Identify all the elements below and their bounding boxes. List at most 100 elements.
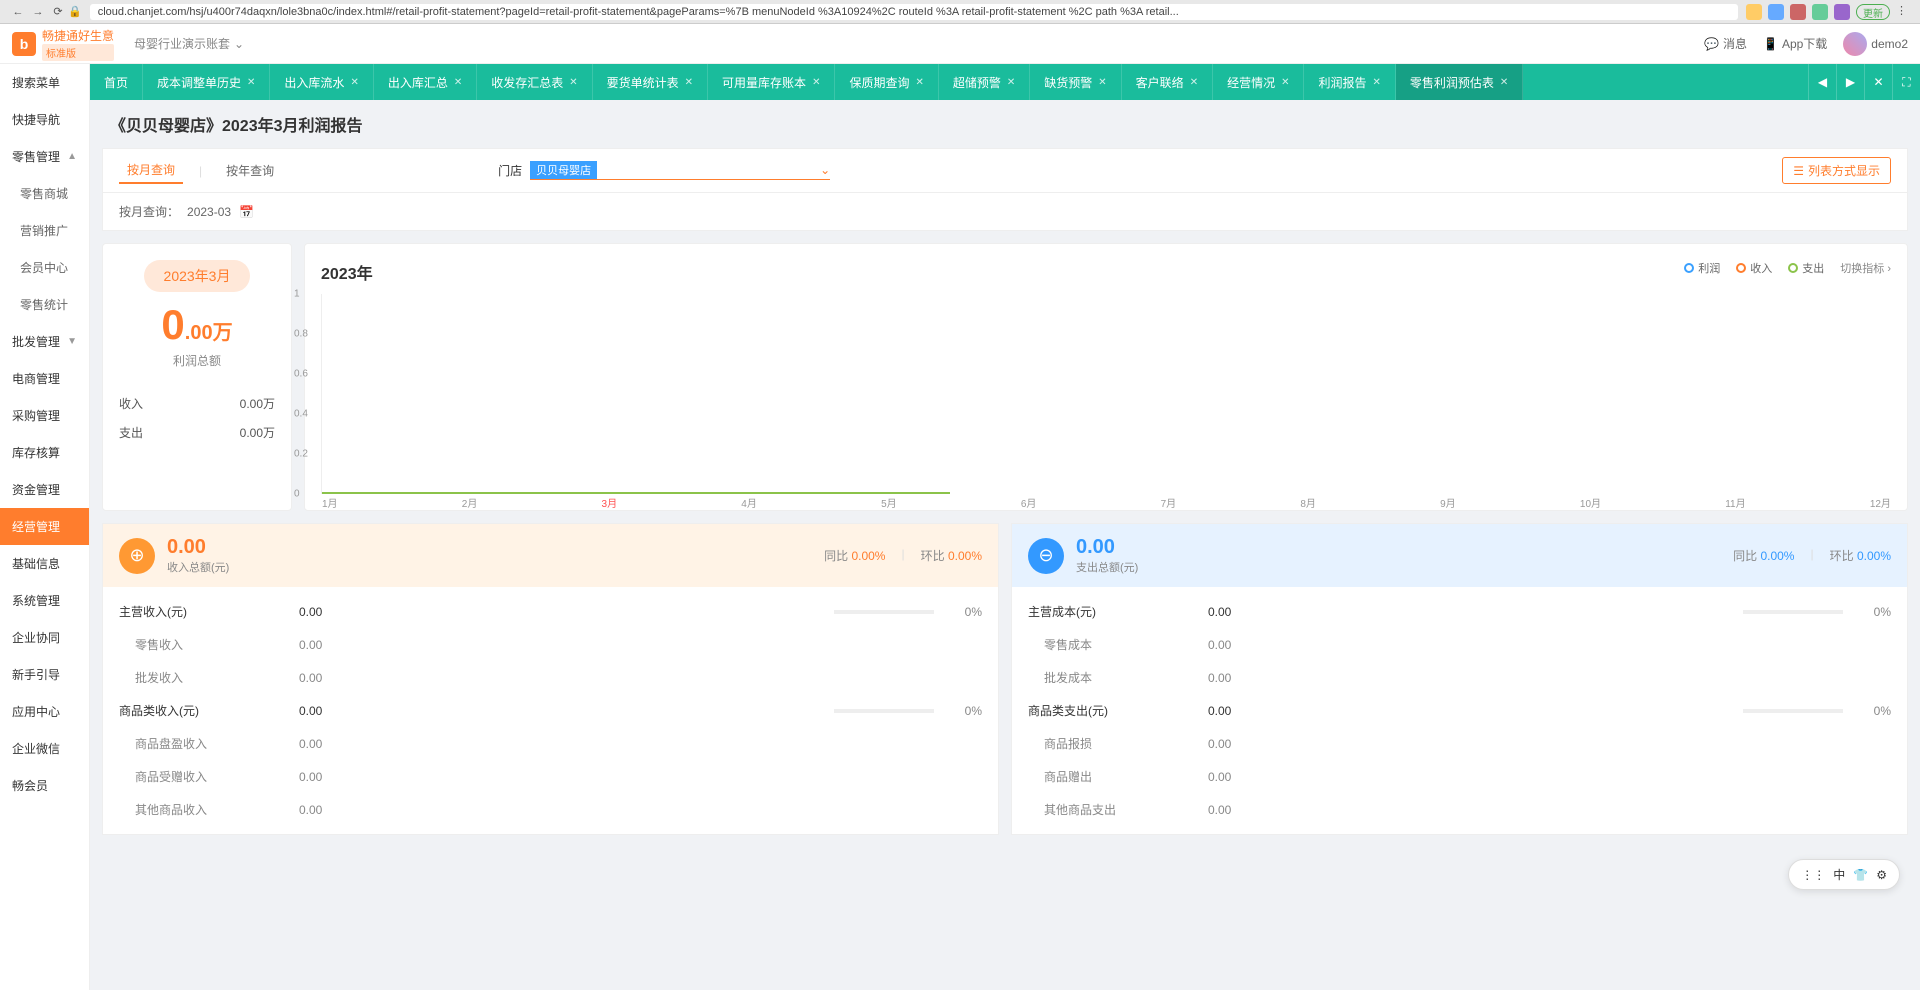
calendar-icon[interactable]: 📅 [239,205,254,219]
y-tick: 0.8 [294,329,308,340]
tab-8[interactable]: 超储预警✕ [939,64,1030,100]
account-set-selector[interactable]: 母婴行业演示账套 ⌄ [134,35,244,52]
tab-4[interactable]: 收发存汇总表✕ [477,64,592,100]
sidebar-item-7[interactable]: 批发管理▼ [0,323,89,360]
tab-9[interactable]: 缺货预警✕ [1030,64,1121,100]
brand-logo[interactable]: b 畅捷通好生意 标准版 [12,27,114,61]
sidebar-item-10[interactable]: 库存核算 [0,434,89,471]
ime-grip-icon: ⋮⋮ [1801,868,1825,882]
messages-button[interactable]: 💬消息 [1704,35,1747,52]
ime-shirt-icon[interactable]: 👕 [1853,868,1868,882]
ime-floating-bar[interactable]: ⋮⋮ 中 👕 ⚙ [1788,859,1900,890]
update-button[interactable]: 更新 [1856,4,1890,20]
lock-icon: 🔒 [68,5,82,18]
list-mode-button[interactable]: ☰ 列表方式显示 [1782,157,1891,184]
sidebar-item-8[interactable]: 电商管理 [0,360,89,397]
tab-13[interactable]: 零售利润预估表✕ [1396,64,1523,100]
tab-close-icon[interactable]: ✕ [685,77,693,88]
browser-menu[interactable]: ⋮ [1896,4,1912,20]
tabs-fullscreen[interactable]: ⛶ [1892,64,1920,100]
sidebar-item-13[interactable]: 基础信息 [0,545,89,582]
data-row: 零售收入0.00 [119,628,982,661]
ime-lang[interactable]: 中 [1833,866,1845,883]
store-value: 贝贝母婴店 [530,161,597,179]
x-tick: 9月 [1440,495,1456,510]
sidebar-item-15[interactable]: 企业协同 [0,619,89,656]
tab-close-icon[interactable]: ✕ [915,77,923,88]
tab-0[interactable]: 首页 [90,64,143,100]
data-row: 商品赠出0.00 [1028,760,1891,793]
sidebar-item-16[interactable]: 新手引导 [0,656,89,693]
sidebar-item-12[interactable]: 经营管理 [0,508,89,545]
y-tick: 0.4 [294,409,308,420]
sidebar-item-19[interactable]: 畅会员 [0,767,89,804]
store-selector[interactable]: 贝贝母婴店 ⌄ [530,161,830,180]
data-row: 商品盘盈收入0.00 [119,727,982,760]
tab-close-icon[interactable]: ✕ [1500,77,1508,88]
app-download-button[interactable]: 📱App下载 [1763,35,1827,52]
sidebar-item-14[interactable]: 系统管理 [0,582,89,619]
sidebar-item-9[interactable]: 采购管理 [0,397,89,434]
chart-plot[interactable]: 1月2月3月4月5月6月7月8月9月10月11月12月 10.80.60.40.… [321,294,1891,494]
tabs-close[interactable]: ✕ [1864,64,1892,100]
data-row: 主营收入(元)0.000% [119,595,982,628]
tab-10[interactable]: 客户联络✕ [1122,64,1213,100]
tab-11[interactable]: 经营情况✕ [1213,64,1304,100]
browser-forward[interactable]: → [28,2,48,22]
tab-6[interactable]: 可用量库存账本✕ [708,64,835,100]
sidebar-item-17[interactable]: 应用中心 [0,693,89,730]
app-header: b 畅捷通好生意 标准版 母婴行业演示账套 ⌄ 💬消息 📱App下载 demo2 [0,24,1920,64]
filter-tab-month[interactable]: 按月查询 [119,157,183,184]
legend-item[interactable]: 收入 [1736,260,1772,276]
phone-icon: 📱 [1763,37,1778,51]
tab-close-icon[interactable]: ✕ [454,77,462,88]
tab-close-icon[interactable]: ✕ [350,77,358,88]
sidebar-item-0[interactable]: 搜索菜单 [0,64,89,101]
sidebar-item-18[interactable]: 企业微信 [0,730,89,767]
sidebar-item-6[interactable]: 零售统计 [0,286,89,323]
browser-reload[interactable]: ⟳ [48,2,68,22]
sidebar-item-1[interactable]: 快捷导航 [0,101,89,138]
tabs-next[interactable]: ▶ [1836,64,1864,100]
sidebar-item-4[interactable]: 营销推广 [0,212,89,249]
legend-item[interactable]: 利润 [1684,260,1720,276]
chart-card: 2023年 利润收入支出 切换指标 › 1月2月3月4月5月6月7月8月9月10… [304,243,1908,511]
tab-2[interactable]: 出入库流水✕ [270,64,373,100]
sidebar-item-2[interactable]: 零售管理▲ [0,138,89,175]
tab-close-icon[interactable]: ✕ [1098,77,1106,88]
tab-close-icon[interactable]: ✕ [569,77,577,88]
legend-item[interactable]: 支出 [1788,260,1824,276]
brand-edition: 标准版 [42,44,114,61]
tab-3[interactable]: 出入库汇总✕ [374,64,477,100]
tab-close-icon[interactable]: ✕ [247,77,255,88]
sidebar: 搜索菜单快捷导航零售管理▲零售商城营销推广会员中心零售统计批发管理▼电商管理采购… [0,64,90,990]
tab-close-icon[interactable]: ✕ [812,77,820,88]
tab-close-icon[interactable]: ✕ [1281,77,1289,88]
expense-icon: ⊖ [1028,538,1064,574]
expense-panel: ⊖ 0.00 支出总额(元) 同比 0.00% | 环比 0.00% 主营成本(… [1011,523,1908,835]
tab-close-icon[interactable]: ✕ [1007,77,1015,88]
tabs-prev[interactable]: ◀ [1808,64,1836,100]
sidebar-item-5[interactable]: 会员中心 [0,249,89,286]
tab-close-icon[interactable]: ✕ [1373,77,1381,88]
ime-settings-icon[interactable]: ⚙ [1876,868,1887,882]
filter-tab-year[interactable]: 按年查询 [218,158,282,183]
income-panel: ⊕ 0.00 收入总额(元) 同比 0.00% | 环比 0.00% 主营收入(… [102,523,999,835]
income-total: 0.00 [167,536,229,559]
browser-back[interactable]: ← [8,2,28,22]
user-menu[interactable]: demo2 [1843,32,1908,56]
data-row: 其他商品支出0.00 [1028,793,1891,826]
data-row: 其他商品收入0.00 [119,793,982,826]
address-bar[interactable]: cloud.chanjet.com/hsj/u400r74daqxn/lole3… [90,4,1738,20]
tab-7[interactable]: 保质期查询✕ [835,64,938,100]
list-icon: ☰ [1793,164,1804,178]
tab-1[interactable]: 成本调整单历史✕ [143,64,270,100]
tab-12[interactable]: 利润报告✕ [1304,64,1395,100]
tabs-bar: 首页成本调整单历史✕出入库流水✕出入库汇总✕收发存汇总表✕要货单统计表✕可用量库… [90,64,1920,100]
switch-indicator[interactable]: 切换指标 › [1840,260,1891,276]
sidebar-item-3[interactable]: 零售商城 [0,175,89,212]
tab-close-icon[interactable]: ✕ [1190,77,1198,88]
sidebar-item-11[interactable]: 资金管理 [0,471,89,508]
tab-5[interactable]: 要货单统计表✕ [593,64,708,100]
data-row: 商品受赠收入0.00 [119,760,982,793]
